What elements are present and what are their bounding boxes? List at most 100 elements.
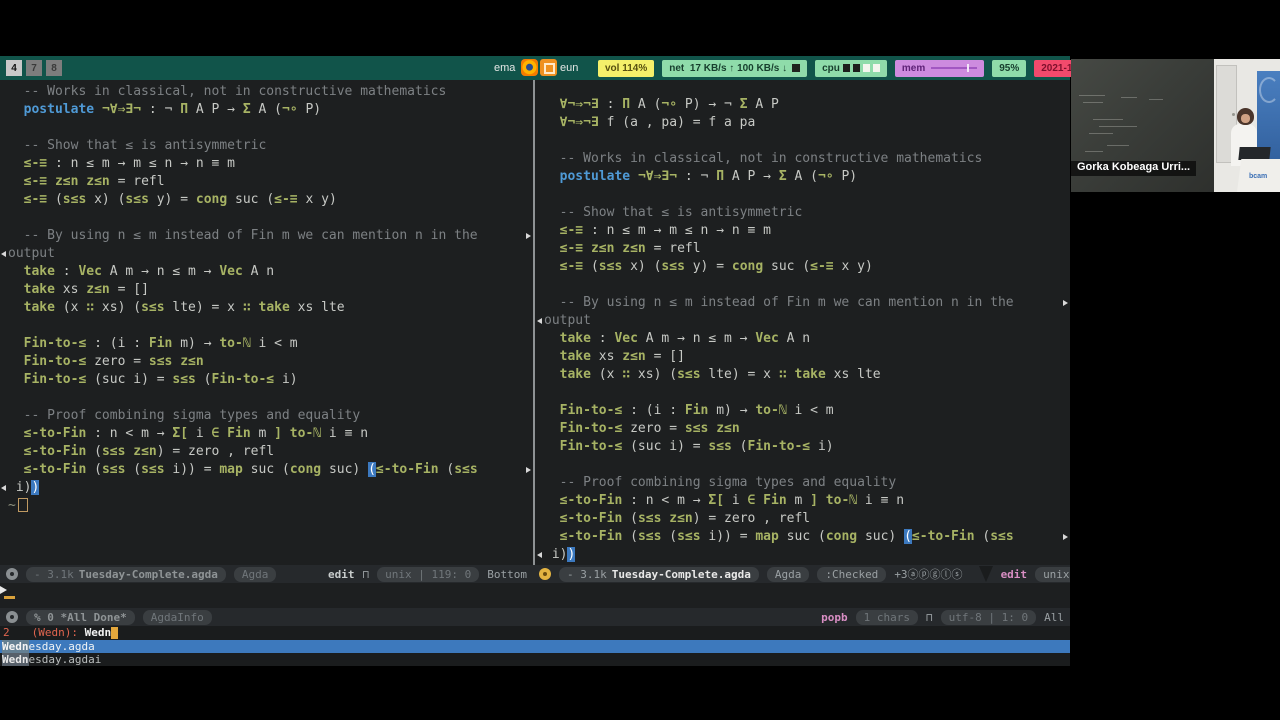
code-line: ≤-to-Fin : n < m → Σ[ i ∈ Fin m ] to-ℕ i…	[23, 426, 369, 441]
laptop	[1238, 147, 1271, 160]
line-continuation-icon	[1, 485, 6, 491]
code-line: take : Vec A m → n ≤ m → Vec A n	[559, 331, 811, 346]
window-title-left: ema	[494, 62, 516, 74]
right-editor-pane[interactable]: ∀¬⇒¬∃ : Π A (¬∘ P) → ¬ Σ A P ∀¬⇒¬∃ f (a …	[536, 80, 1070, 565]
code-line: -- Proof combining sigma types and equal…	[544, 475, 897, 490]
modeline-left: - 3.1k Tuesday-Complete.agda Agda edit ⊓ …	[0, 565, 533, 583]
code-line: ≤-≡ (s≤s x) (s≤s y) = cong suc (≤-≡ x y)	[23, 192, 337, 207]
network-speed-text: net 17 KB/s ↑ 100 KB/s ↓	[669, 62, 788, 74]
chalk-writing	[1107, 145, 1129, 146]
chalk-writing	[1079, 95, 1105, 96]
line-continuation-icon	[1, 251, 6, 257]
cpu-badge[interactable]: cpu	[815, 59, 887, 77]
workspace-button-4[interactable]: 4	[6, 60, 22, 76]
code-line: ≤-to-Fin (s≤s (s≤s i)) = map suc (cong s…	[0, 461, 533, 479]
chalk-writing	[1085, 151, 1103, 152]
chalk-writing	[1121, 97, 1137, 98]
minibuffer-input[interactable]: Wedn	[85, 626, 112, 640]
code-line: ≤-to-Fin (s≤s (s≤s i)) = map suc (cong s…	[536, 528, 1070, 546]
code-line: ≤-≡ z≤n z≤n = refl	[23, 174, 165, 189]
door-handle	[1232, 113, 1235, 116]
chalk-writing	[1099, 126, 1137, 127]
video-frame: 478 ema eun vol 114% net 17 KB/s ↑ 100 K…	[0, 0, 1280, 720]
code-line: -- Works in classical, not in constructi…	[544, 151, 983, 166]
code-line: take xs z≤n = []	[559, 349, 685, 364]
code-line: Fin-to-≤ : (i : Fin m) → to-ℕ i < m	[559, 403, 834, 418]
modeline-info: % 0 *All Done* AgdaInfo popb 1 chars ⊓ u…	[0, 608, 1070, 626]
code-line: Fin-to-≤ : (i : Fin m) → to-ℕ i < m	[23, 336, 298, 351]
line-wrap-icon	[1063, 300, 1068, 306]
code-line: ≤-≡ : n ≤ m → m ≤ n → n ≡ m	[559, 223, 771, 238]
edit-indicator: edit	[328, 567, 355, 581]
scroll-position: All	[1044, 610, 1064, 624]
buffer-chip[interactable]: % 0 *All Done*	[26, 609, 135, 625]
code-line: output	[536, 312, 1070, 330]
line-wrap-icon	[526, 233, 531, 239]
buffer-filename: Tuesday-Complete.agda	[78, 567, 218, 581]
battery-badge[interactable]: 95%	[992, 59, 1027, 77]
completion-list: Wednesday.agda Wednesday.agdai	[0, 640, 1070, 666]
code-line: Fin-to-≤ zero = s≤s z≤n	[559, 421, 740, 436]
completion-candidate[interactable]: Wednesday.agdai	[0, 653, 1070, 666]
memory-label: mem	[901, 62, 926, 74]
modeline-separator	[978, 566, 993, 582]
buffer-name: % 0 *All Done*	[34, 610, 127, 624]
volume-badge[interactable]: vol 114%	[598, 59, 655, 77]
network-badge[interactable]: net 17 KB/s ↑ 100 KB/s ↓	[662, 59, 808, 77]
workspace-button-8[interactable]: 8	[46, 60, 62, 76]
chalk-writing	[1089, 133, 1113, 134]
tray-app-icon[interactable]	[540, 59, 557, 76]
buffer-size: - 3.1k	[34, 567, 74, 581]
buffer-chip[interactable]: - 3.1k Tuesday-Complete.agda	[559, 566, 759, 582]
code-line: postulate ¬∀⇒∃¬ : ¬ Π A P → Σ A (¬∘ P)	[23, 102, 322, 117]
line-continuation-icon	[537, 552, 542, 558]
memory-gauge	[931, 64, 978, 72]
left-editor-pane[interactable]: -- Works in classical, not in constructi…	[0, 80, 533, 565]
network-icon	[792, 64, 801, 72]
buffer-state-icon	[6, 611, 18, 623]
right-pane-code: ∀¬⇒¬∃ : Π A (¬∘ P) → ¬ Σ A P ∀¬⇒¬∃ f (a …	[536, 96, 1070, 564]
buffer-chip[interactable]: - 3.1k Tuesday-Complete.agda	[26, 566, 226, 582]
window-divider[interactable]	[533, 80, 535, 565]
code-line: -- By using n ≤ m instead of Fin m we ca…	[536, 294, 1070, 312]
major-mode-chip[interactable]: Agda	[766, 566, 810, 582]
code-line: output	[0, 245, 533, 263]
encoding-position-chip[interactable]: unix | 119: 0	[377, 566, 480, 582]
code-line: ≤-to-Fin (s≤s z≤n) = zero , refl	[559, 511, 811, 526]
major-mode-chip[interactable]: Agda	[233, 566, 277, 582]
workspace-list: 478	[6, 60, 62, 76]
agda-status-chip[interactable]: :Checked	[817, 566, 887, 582]
code-line: ≤-≡ z≤n z≤n = refl	[559, 241, 701, 256]
edit-indicator: edit	[1000, 567, 1028, 581]
popb-indicator: popb	[821, 610, 848, 624]
encoding-position-chip[interactable]: unix | 118:63	[1035, 566, 1070, 582]
firefox-icon[interactable]	[521, 59, 538, 76]
minibuffer-prompt-line[interactable]: 2 (Wedn): Wedn	[0, 626, 1070, 640]
memory-badge[interactable]: mem	[894, 59, 985, 77]
lectern: bcam	[1237, 159, 1280, 192]
workspace-button-7[interactable]: 7	[26, 60, 42, 76]
modeline-right: - 3.1k Tuesday-Complete.agda Agda :Checke…	[533, 565, 1070, 583]
code-line: Fin-to-≤ zero = s≤s z≤n	[23, 354, 204, 369]
code-line: Fin-to-≤ (suc i) = s≤s (Fin-to-≤ i)	[23, 372, 298, 387]
window-title-right: eun	[560, 62, 579, 74]
agda-info-window[interactable]	[0, 583, 1070, 608]
completion-candidate[interactable]: Wednesday.agda	[0, 640, 1070, 653]
code-line: -- Show that ≤ is antisymmetric	[544, 205, 803, 220]
code-line: ≤-≡ : n ≤ m → m ≤ n → n ≡ m	[23, 156, 235, 171]
code-line: i))	[536, 546, 1070, 564]
buffer-size: - 3.1k	[567, 567, 607, 581]
cpu-core-block	[852, 64, 860, 72]
major-mode-chip[interactable]: AgdaInfo	[142, 609, 212, 625]
minibuffer[interactable]: 2 (Wedn): Wedn Wednesday.agda Wednesday.a…	[0, 626, 1070, 666]
banner-graphic	[1259, 77, 1279, 103]
chalk-writing	[1093, 119, 1123, 120]
minibuffer-prompt: (Wedn):	[31, 626, 85, 639]
encoding-position-chip[interactable]: utf-8 | 1: 0	[940, 609, 1037, 625]
memory-gauge-tick	[967, 64, 970, 72]
